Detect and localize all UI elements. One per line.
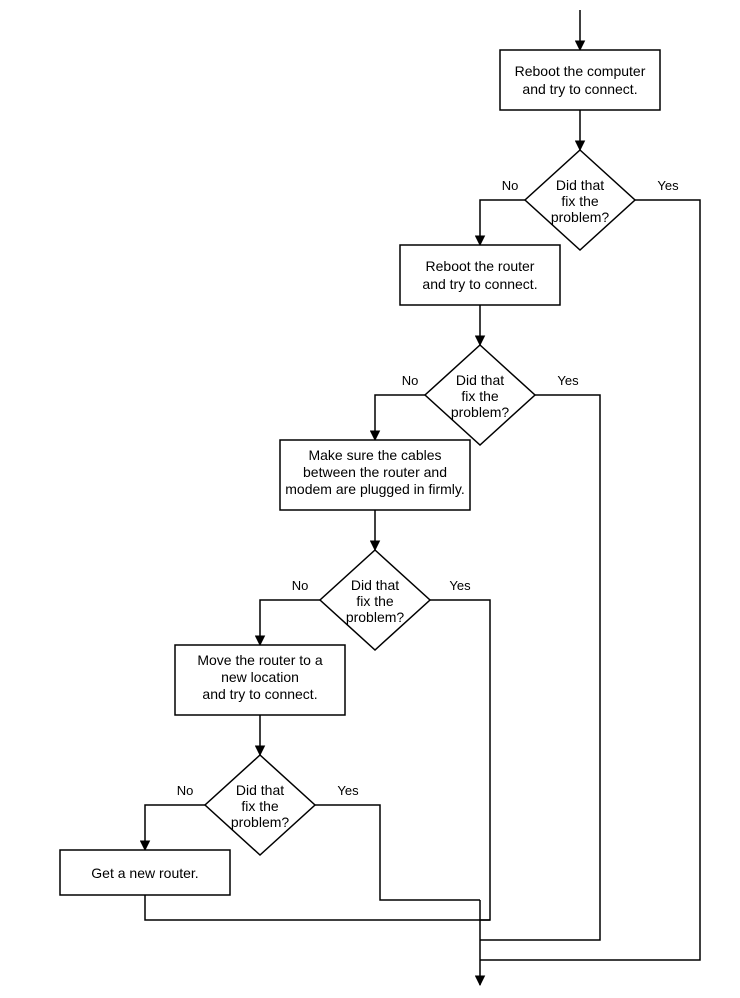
label-dec1-yes: Yes: [657, 178, 679, 193]
node-dec2-line3: problem?: [451, 404, 510, 420]
node-step4: Move the router to a new location and tr…: [175, 645, 345, 715]
edge-step5-out: [145, 895, 490, 920]
node-dec4-line2: fix the: [241, 798, 279, 814]
node-step1: Reboot the computer and try to connect.: [500, 50, 660, 110]
node-step2: Reboot the router and try to connect.: [400, 245, 560, 305]
node-dec2: Did that fix the problem?: [425, 345, 535, 445]
edge-dec4-yes: [315, 805, 480, 900]
node-dec3-line2: fix the: [356, 593, 394, 609]
edge-dec4-no: [145, 805, 205, 850]
node-step3-line3: modem are plugged in firmly.: [285, 481, 464, 497]
node-step4-line1: Move the router to a: [197, 652, 323, 668]
node-step5: Get a new router.: [60, 850, 230, 895]
node-dec2-line2: fix the: [461, 388, 499, 404]
node-dec4-line1: Did that: [236, 782, 284, 798]
edge-dec2-no: [375, 395, 425, 440]
node-dec2-line1: Did that: [456, 372, 504, 388]
node-dec4-line3: problem?: [231, 814, 290, 830]
flowchart-diagram: No Yes No Yes No Yes No Yes Reboot the c…: [0, 0, 740, 998]
node-step3: Make sure the cables between the router …: [280, 440, 470, 510]
node-dec1: Did that fix the problem?: [525, 150, 635, 250]
node-step3-line2: between the router and: [303, 464, 447, 480]
label-dec4-no: No: [177, 783, 194, 798]
label-dec3-no: No: [292, 578, 309, 593]
node-step2-line2: and try to connect.: [422, 276, 537, 292]
label-dec1-no: No: [502, 178, 519, 193]
node-dec3-line1: Did that: [351, 577, 399, 593]
label-dec2-yes: Yes: [557, 373, 579, 388]
node-dec1-line1: Did that: [556, 177, 604, 193]
node-dec3-line3: problem?: [346, 609, 405, 625]
edge-dec2-yes: [480, 395, 600, 940]
edge-dec3-no: [260, 600, 320, 645]
label-dec3-yes: Yes: [449, 578, 471, 593]
node-step5-line1: Get a new router.: [91, 865, 198, 881]
node-dec1-line3: problem?: [551, 209, 610, 225]
node-step3-line1: Make sure the cables: [308, 447, 441, 463]
node-step1-line1: Reboot the computer: [515, 63, 646, 79]
node-step4-line3: and try to connect.: [202, 686, 317, 702]
edge-dec1-no: [480, 200, 525, 245]
node-step2-line1: Reboot the router: [426, 258, 535, 274]
edge-dec3-yes: [430, 600, 490, 920]
node-step4-line2: new location: [221, 669, 299, 685]
node-dec3: Did that fix the problem?: [320, 550, 430, 650]
node-dec4: Did that fix the problem?: [205, 755, 315, 855]
edge-dec1-yes: [480, 200, 700, 960]
node-dec1-line2: fix the: [561, 193, 599, 209]
node-step1-line2: and try to connect.: [522, 81, 637, 97]
label-dec2-no: No: [402, 373, 419, 388]
label-dec4-yes: Yes: [337, 783, 359, 798]
